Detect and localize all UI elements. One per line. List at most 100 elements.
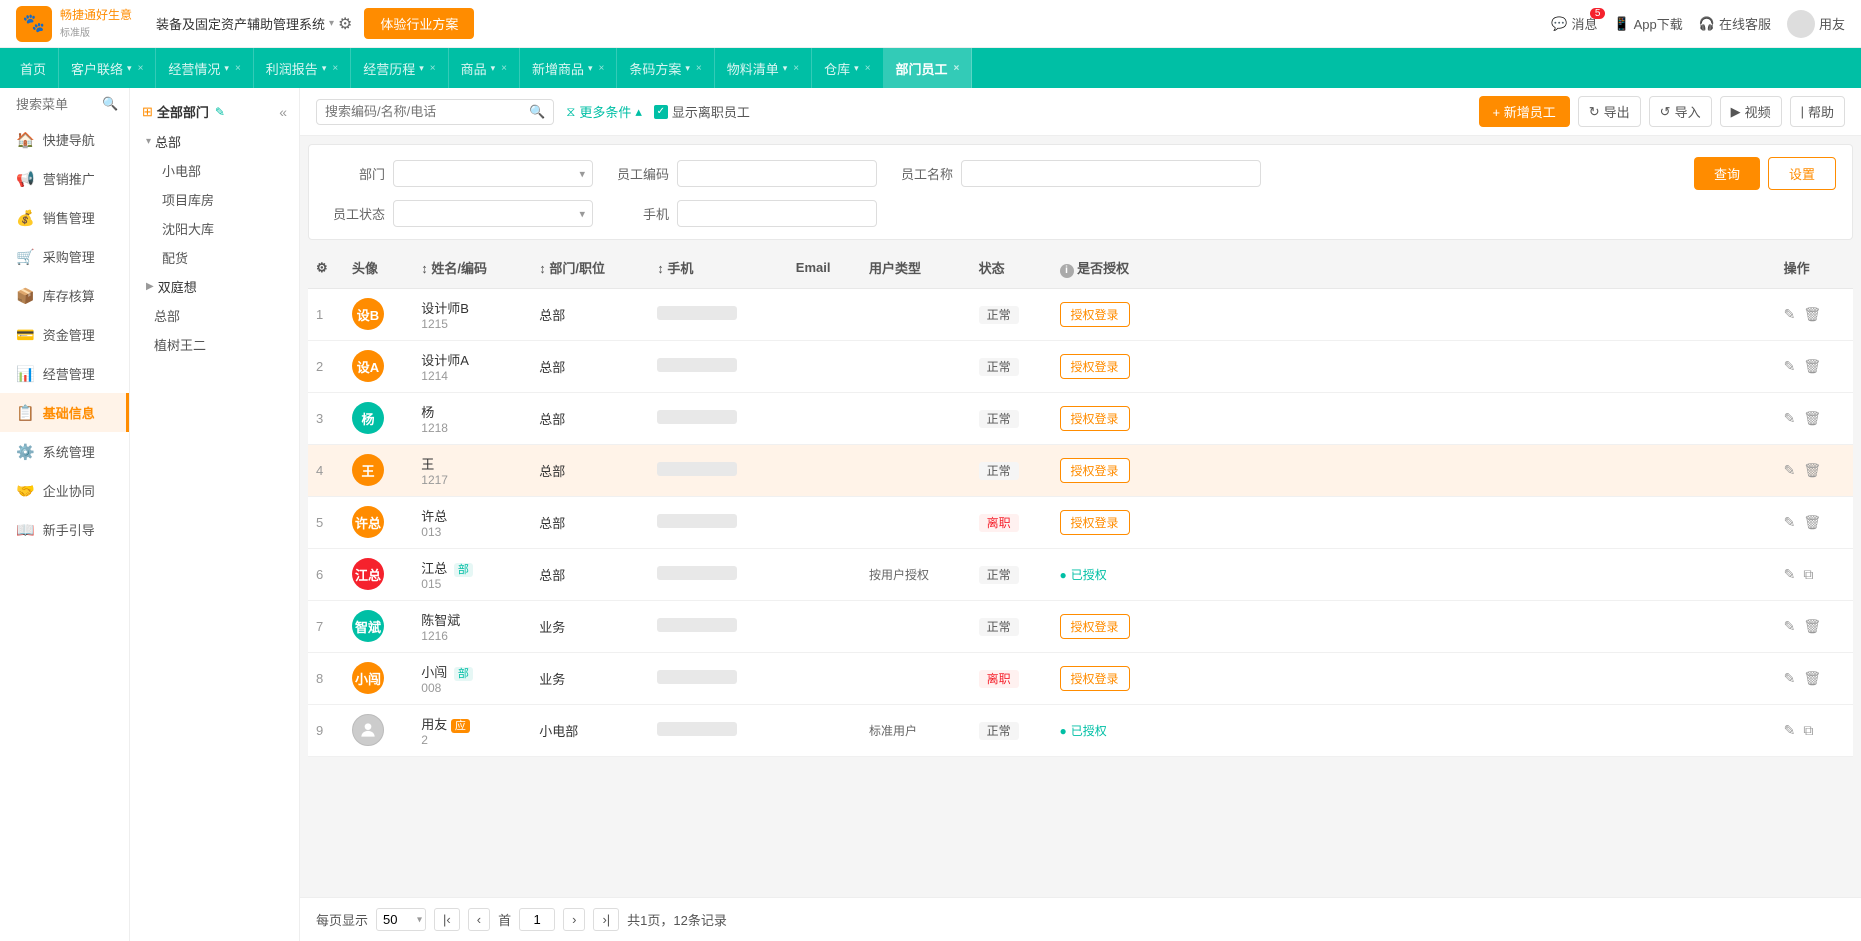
sidebar-item-basic-info[interactable]: 📋 基础信息 (0, 393, 129, 432)
copy-icon[interactable]: ⧉ (1803, 566, 1813, 583)
app-download-btn[interactable]: 📱 App下载 (1613, 14, 1682, 33)
gear-button[interactable]: ⚙ (338, 14, 352, 34)
tree-group-double-dream[interactable]: ▶ 双庭想 (130, 272, 299, 301)
edit-icon[interactable]: ✎ (1784, 358, 1796, 375)
phone-input[interactable] (677, 200, 877, 227)
sidebar-item-operations[interactable]: 📊 经营管理 (0, 354, 129, 393)
sidebar-item-guide[interactable]: 📖 新手引导 (0, 510, 129, 549)
page-number-input[interactable] (519, 908, 555, 931)
help-button[interactable]: | 帮助 (1790, 96, 1845, 127)
sidebar-item-quick-nav[interactable]: 🏠 快捷导航 (0, 120, 129, 159)
delete-icon[interactable]: 🗑 (1803, 462, 1821, 479)
sidebar-item-enterprise[interactable]: 🤝 企业协同 (0, 471, 129, 510)
view-button[interactable]: ▶ 视频 (1720, 96, 1782, 127)
more-filter-btn[interactable]: ⧖ 更多条件 ▴ (566, 102, 642, 121)
auth-login-btn[interactable]: 授权登录 (1060, 614, 1130, 639)
tree-item-small-elec[interactable]: 小电部 (130, 156, 299, 185)
search-input[interactable] (325, 104, 525, 119)
page-size-select[interactable]: 50 20 100 (376, 908, 426, 931)
show-resigned-toggle[interactable]: ✓ 显示离职员工 (654, 102, 750, 121)
sidebar-item-marketing[interactable]: 📢 营销推广 (0, 159, 129, 198)
edit-icon[interactable]: ✎ (1784, 722, 1796, 739)
nav-tab-profit[interactable]: 利润报告 ▾ × (254, 48, 351, 88)
auth-login-btn[interactable]: 授权登录 (1060, 406, 1130, 431)
tree-header[interactable]: ⊞ 全部部门 ✎ « (130, 96, 299, 127)
edit-icon[interactable]: ✎ (1784, 566, 1796, 583)
auth-login-btn[interactable]: 授权登录 (1060, 354, 1130, 379)
close-icon[interactable]: × (793, 63, 799, 74)
query-button[interactable]: 查询 (1694, 157, 1760, 190)
tree-item-hq2[interactable]: 总部 (130, 301, 299, 330)
close-icon[interactable]: × (696, 63, 702, 74)
sidebar-item-sales[interactable]: 💰 销售管理 (0, 198, 129, 237)
close-icon[interactable]: × (430, 63, 436, 74)
close-icon[interactable]: × (235, 63, 241, 74)
delete-icon[interactable]: 🗑 (1803, 358, 1821, 375)
message-btn[interactable]: 💬 消息 5 (1551, 14, 1597, 33)
tree-item-plant-king2[interactable]: 植树王二 (130, 330, 299, 359)
delete-icon[interactable]: 🗑 (1803, 306, 1821, 323)
first-page-btn[interactable]: |‹ (434, 908, 460, 931)
export-button[interactable]: ↻ 导出 (1578, 96, 1641, 127)
collapse-btn[interactable]: « (279, 104, 287, 120)
next-page-btn[interactable]: › (563, 908, 585, 931)
close-icon[interactable]: × (954, 63, 960, 74)
close-icon[interactable]: × (599, 63, 605, 74)
tree-item-distribution[interactable]: 配货 (130, 243, 299, 272)
edit-dept-icon[interactable]: ✎ (215, 105, 225, 119)
col-settings[interactable]: ⚙ (308, 248, 344, 288)
edit-icon[interactable]: ✎ (1784, 462, 1796, 479)
close-icon[interactable]: × (501, 63, 507, 74)
nav-tab-biz-journey[interactable]: 经营历程 ▾ × (351, 48, 448, 88)
tree-item-project-room[interactable]: 项目库房 (130, 185, 299, 214)
sidebar-item-inventory[interactable]: 📦 库存核算 (0, 276, 129, 315)
nav-tab-barcode[interactable]: 条码方案 ▾ × (617, 48, 714, 88)
auth-login-btn[interactable]: 授权登录 (1060, 302, 1130, 327)
edit-icon[interactable]: ✎ (1784, 618, 1796, 635)
search-input[interactable] (16, 97, 96, 112)
edit-icon[interactable]: ✎ (1784, 306, 1796, 323)
close-icon[interactable]: × (138, 63, 144, 74)
copy-icon[interactable]: ⧉ (1803, 722, 1813, 739)
emp-status-select[interactable] (393, 200, 593, 227)
last-page-btn[interactable]: ›| (593, 908, 619, 931)
edit-icon[interactable]: ✎ (1784, 670, 1796, 687)
sidebar-item-finance[interactable]: 💳 资金管理 (0, 315, 129, 354)
edit-icon[interactable]: ✎ (1784, 410, 1796, 427)
set-button[interactable]: 设置 (1768, 157, 1836, 190)
emp-code-input[interactable] (677, 160, 877, 187)
nav-tab-operations[interactable]: 经营情况 ▾ × (156, 48, 253, 88)
tree-group-hq[interactable]: ▾ 总部 (130, 127, 299, 156)
nav-tab-warehouse[interactable]: 仓库 ▾ × (812, 48, 883, 88)
delete-icon[interactable]: 🗑 (1803, 618, 1821, 635)
delete-icon[interactable]: 🗑 (1803, 514, 1821, 531)
col-dept-position[interactable]: ↕ 部门/职位 (531, 248, 649, 288)
col-phone[interactable]: ↕ 手机 (649, 248, 788, 288)
delete-icon[interactable]: 🗑 (1803, 410, 1821, 427)
edit-icon[interactable]: ✎ (1784, 514, 1796, 531)
sidebar-item-purchase[interactable]: 🛒 采购管理 (0, 237, 129, 276)
tree-item-shenyang[interactable]: 沈阳大库 (130, 214, 299, 243)
nav-tab-dept-emp[interactable]: 部门员工 × (884, 48, 973, 88)
sidebar-item-system[interactable]: ⚙️ 系统管理 (0, 432, 129, 471)
delete-icon[interactable]: 🗑 (1803, 670, 1821, 687)
nav-tab-home[interactable]: 首页 (8, 48, 59, 88)
close-icon[interactable]: × (865, 63, 871, 74)
emp-name-input[interactable] (961, 160, 1261, 187)
nav-tab-new-goods[interactable]: 新增商品 ▾ × (520, 48, 617, 88)
import-button[interactable]: ↺ 导入 (1649, 96, 1712, 127)
auth-login-btn[interactable]: 授权登录 (1060, 458, 1130, 483)
auth-login-btn[interactable]: 授权登录 (1060, 510, 1130, 535)
nav-tab-goods[interactable]: 商品 ▾ × (449, 48, 520, 88)
col-name-code[interactable]: ↕ 姓名/编码 (413, 248, 531, 288)
prev-page-btn[interactable]: ‹ (468, 908, 490, 931)
online-service-btn[interactable]: 🎧 在线客服 (1699, 14, 1771, 33)
nav-tab-bom[interactable]: 物料清单 ▾ × (715, 48, 812, 88)
nav-tab-customer[interactable]: 客户联络 ▾ × (59, 48, 156, 88)
auth-login-btn[interactable]: 授权登录 (1060, 666, 1130, 691)
user-profile-btn[interactable]: 用友 (1787, 10, 1845, 38)
close-icon[interactable]: × (332, 63, 338, 74)
trial-btn[interactable]: 体验行业方案 (364, 8, 474, 39)
checkbox-show-resigned[interactable]: ✓ (654, 105, 668, 119)
add-emp-button[interactable]: + 新增员工 (1479, 96, 1570, 127)
